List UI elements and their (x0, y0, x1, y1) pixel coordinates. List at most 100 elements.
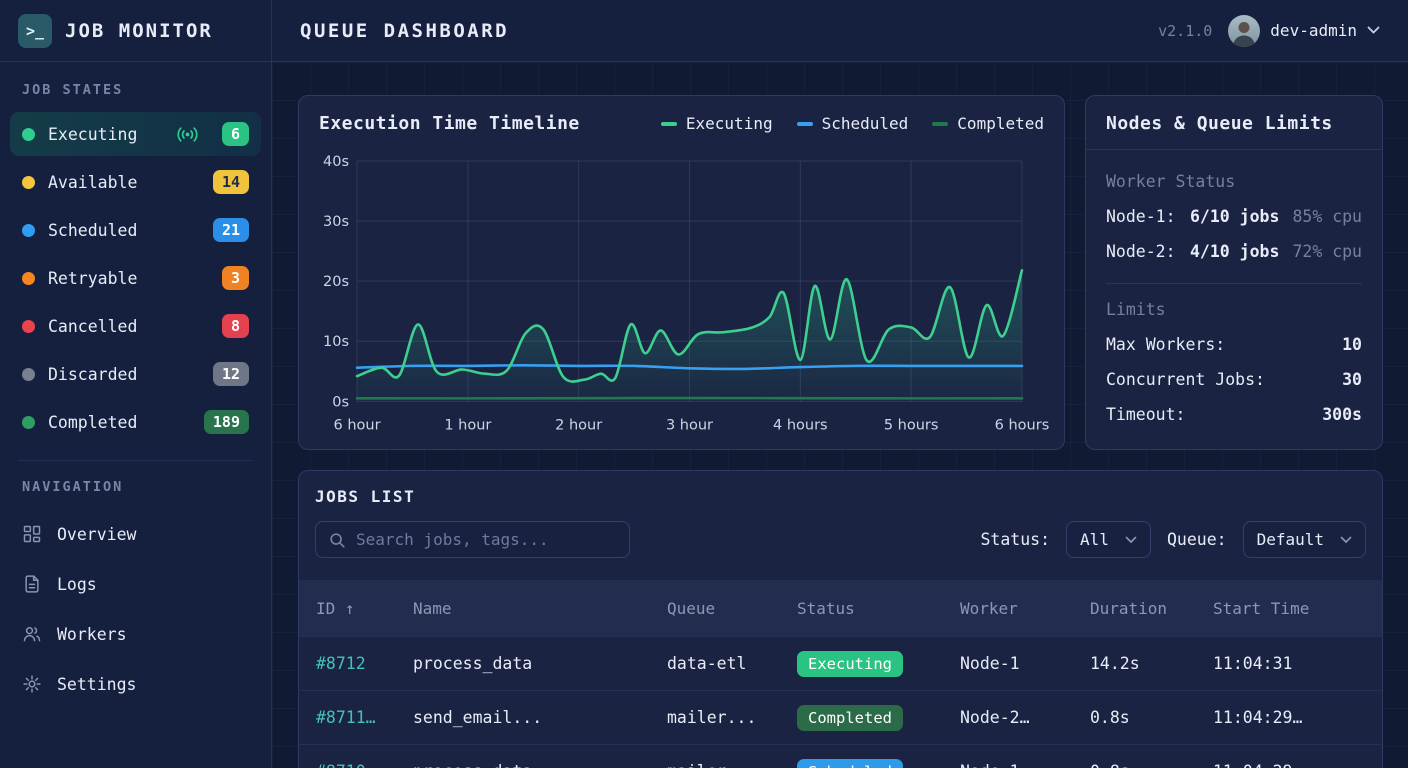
column-header-status[interactable]: Status (795, 599, 958, 618)
column-header-name[interactable]: Name (411, 599, 665, 618)
nav-label: Overview (57, 524, 137, 544)
retryable-dot (22, 271, 35, 285)
sidebar-item-overview[interactable]: Overview (10, 509, 261, 559)
svg-text:6 hour: 6 hour (334, 417, 381, 433)
column-header-worker[interactable]: Worker (958, 599, 1088, 618)
search-input[interactable] (356, 530, 617, 549)
legend-item-completed[interactable]: Completed (932, 114, 1044, 133)
limit-row: Concurrent Jobs: 30 (1106, 362, 1362, 397)
status-filter-value: All (1080, 530, 1109, 549)
table-row[interactable]: #8710 process_data mailer Scheduled Node… (299, 744, 1382, 768)
status-filter-select[interactable]: All (1066, 521, 1151, 558)
jobs-list-title: JOBS LIST (315, 487, 416, 506)
executing-dot (22, 127, 35, 141)
state-label: Retryable (48, 268, 138, 288)
user-menu[interactable]: dev-admin (1228, 14, 1380, 47)
version-label: v2.1.0 (1158, 21, 1213, 40)
column-header-duration[interactable]: Duration (1088, 599, 1211, 618)
worker-name: Node-1: (1106, 207, 1176, 226)
limit-label: Timeout: (1106, 405, 1186, 424)
job-name: send_email... (413, 708, 543, 727)
legend-swatch (796, 121, 813, 126)
sidebar-item-settings[interactable]: Settings (10, 659, 261, 709)
chevron-down-icon (1367, 26, 1380, 34)
avatar (1228, 14, 1261, 47)
legend-label: Completed (957, 114, 1044, 133)
status-badge: Completed (797, 704, 903, 731)
completed-dot (22, 415, 35, 429)
sidebar-item-completed[interactable]: Completed 189 (10, 400, 261, 444)
limit-value: 10 (1342, 335, 1362, 354)
job-duration: 0.8s (1090, 708, 1130, 727)
job-worker: Node-1 (958, 762, 1088, 768)
app-window: >_ JOB MONITOR QUEUE DASHBOARD v2.1.0 de… (0, 0, 1408, 768)
column-header-id[interactable]: ID ↑ (299, 599, 411, 618)
state-label: Available (48, 172, 138, 192)
table-row[interactable]: #8712 process_data data-etl Executing No… (299, 636, 1382, 690)
page-title: QUEUE DASHBOARD (300, 19, 510, 42)
worker-row: Node-1: 6/10 jobs 85% cpu (1106, 199, 1362, 234)
worker-jobs: 6/10 jobs (1190, 207, 1280, 226)
sidebar-item-executing[interactable]: Executing 6 (10, 112, 261, 156)
job-states-heading: JOB STATES (22, 82, 124, 98)
job-id-link[interactable]: #8711… (316, 708, 376, 727)
limit-value: 30 (1342, 370, 1362, 389)
nav-label: Settings (57, 674, 137, 694)
column-header-queue[interactable]: Queue (665, 599, 795, 618)
sidebar-item-workers[interactable]: Workers (10, 609, 261, 659)
svg-text:10s: 10s (323, 334, 349, 350)
limit-row: Max Workers: 10 (1106, 327, 1362, 362)
job-name: process_data (413, 654, 533, 673)
timeline-title: Execution Time Timeline (319, 113, 580, 134)
job-queue: mailer... (667, 708, 757, 727)
nodes-title: Nodes & Queue Limits (1106, 113, 1333, 134)
sidebar-item-logs[interactable]: Logs (10, 559, 261, 609)
limits-heading: Limits (1106, 300, 1166, 319)
logs-icon (25, 575, 39, 593)
overview-icon (23, 525, 41, 543)
user-name: dev-admin (1270, 21, 1357, 40)
worker-jobs: 4/10 jobs (1190, 242, 1280, 261)
svg-text:40s: 40s (323, 154, 349, 170)
discarded-dot (22, 367, 35, 381)
job-duration: 14.2s (1090, 654, 1140, 673)
queue-filter-value: Default (1256, 530, 1324, 549)
chevron-down-icon (1125, 536, 1137, 544)
sidebar-divider (18, 460, 253, 461)
sidebar-item-retryable[interactable]: Retryable 3 (10, 256, 261, 300)
legend-label: Executing (685, 114, 773, 133)
svg-text:2 hour: 2 hour (555, 417, 602, 433)
table-row[interactable]: #8711… send_email... mailer... Completed… (299, 690, 1382, 744)
count-badge: 6 (221, 122, 249, 146)
legend-swatch (660, 121, 677, 126)
limit-label: Concurrent Jobs: (1106, 370, 1265, 389)
queue-filter-select[interactable]: Default (1242, 521, 1366, 558)
job-duration: 0.8s (1088, 762, 1211, 768)
job-id-link[interactable]: #8712 (316, 654, 366, 673)
legend-swatch (932, 121, 949, 126)
available-dot (22, 175, 35, 189)
job-id-link[interactable]: #8710 (316, 762, 366, 768)
status-badge: Scheduled (797, 758, 903, 768)
worker-row: Node-2: 4/10 jobs 72% cpu (1106, 234, 1362, 269)
svg-text:1 hour: 1 hour (444, 417, 491, 433)
svg-text:20s: 20s (323, 274, 349, 290)
svg-text:4 hours: 4 hours (773, 417, 828, 433)
main-content: Execution Time Timeline Executing Schedu… (272, 62, 1408, 768)
nav-label: Workers (57, 624, 127, 644)
sidebar-item-cancelled[interactable]: Cancelled 8 (10, 304, 261, 348)
nodes-card: Nodes & Queue Limits Worker Status Node-… (1085, 95, 1383, 450)
nav-label: Logs (57, 574, 97, 594)
count-badge: 12 (212, 362, 249, 386)
sidebar: JOB STATES Executing 6 Available 14 Sche… (0, 62, 272, 768)
legend-label: Scheduled (821, 114, 909, 133)
sidebar-item-discarded[interactable]: Discarded 12 (10, 352, 261, 396)
svg-text:6 hours: 6 hours (995, 417, 1050, 433)
legend-item-scheduled[interactable]: Scheduled (796, 114, 909, 133)
sidebar-item-scheduled[interactable]: Scheduled 21 (10, 208, 261, 252)
count-badge: 21 (212, 218, 249, 242)
legend-item-executing[interactable]: Executing (660, 114, 773, 133)
column-header-start-time[interactable]: Start Time (1211, 599, 1382, 618)
search-box[interactable] (315, 521, 630, 558)
sidebar-item-available[interactable]: Available 14 (10, 160, 261, 204)
